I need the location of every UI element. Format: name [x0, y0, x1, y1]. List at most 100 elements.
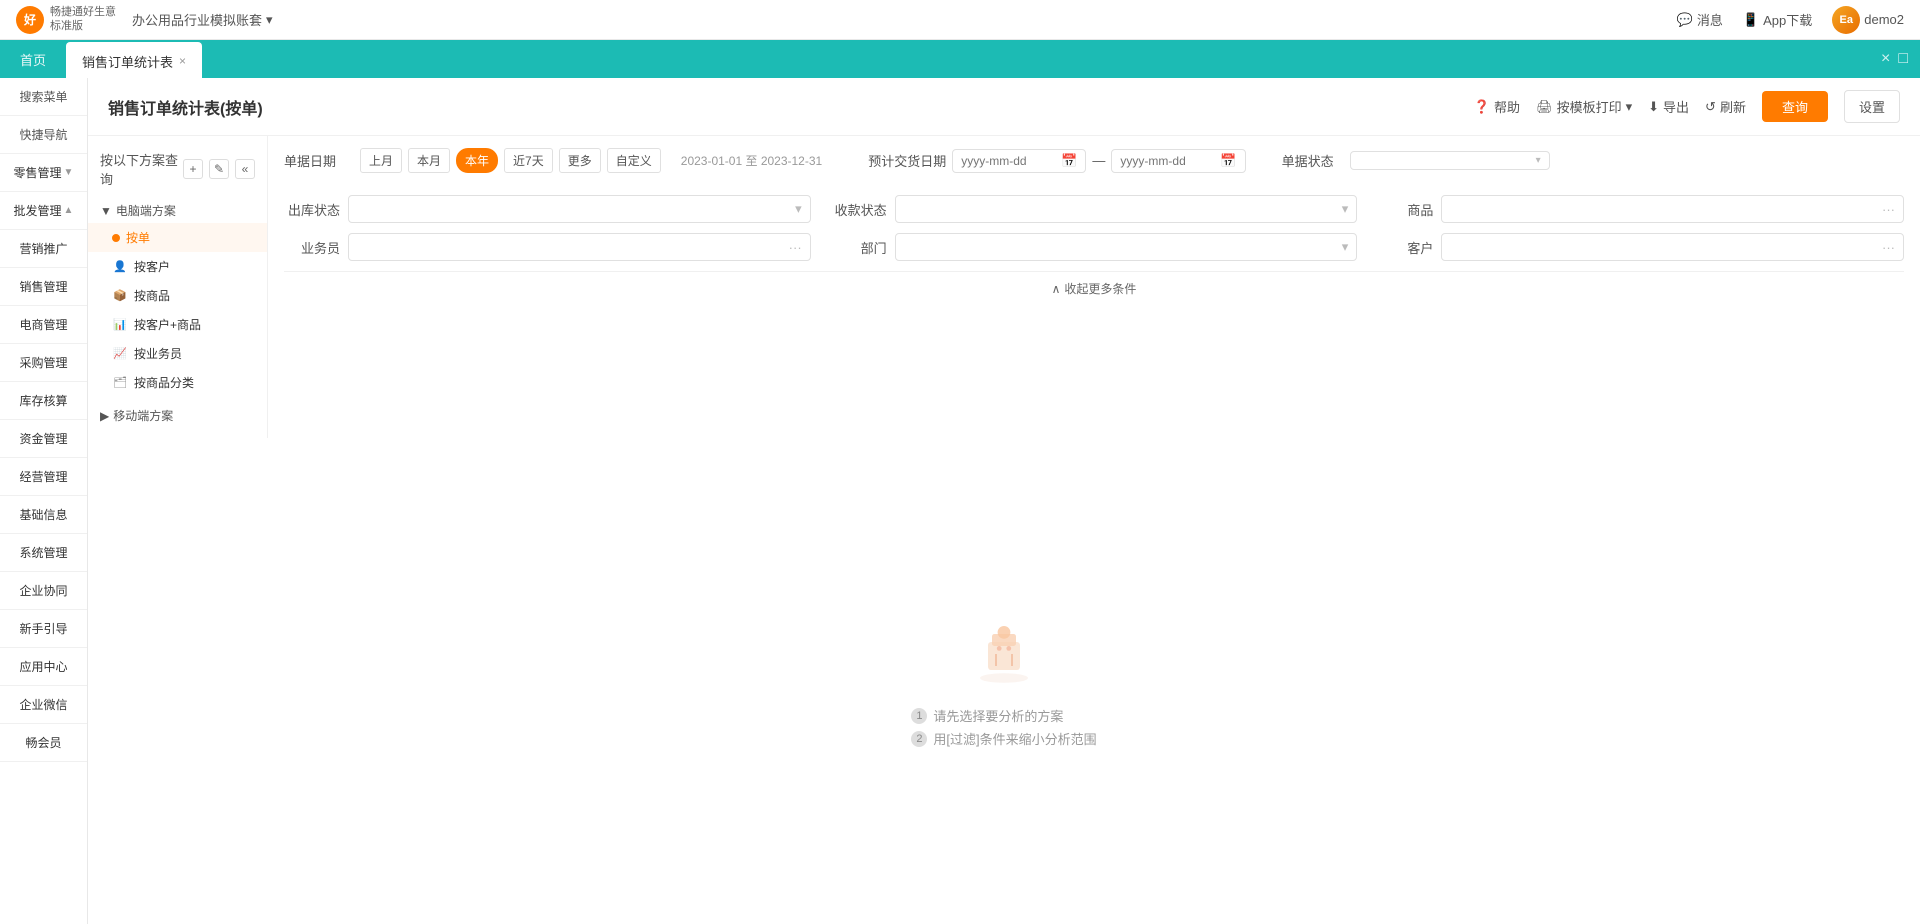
- empty-tip-2: 2 用[过滤]条件来缩小分析范围: [911, 729, 1096, 748]
- dispatch-label: 出库状态: [284, 200, 340, 219]
- collapse-button[interactable]: ∧ 收起更多条件: [1052, 280, 1137, 297]
- sidebar-item-system[interactable]: 系统管理: [0, 534, 87, 572]
- date-btn-this-year[interactable]: 本年: [456, 148, 498, 173]
- print-arrow-icon: ▾: [1626, 99, 1633, 115]
- ellipsis-product-icon: ···: [1882, 202, 1895, 217]
- scheme-section-pc-title[interactable]: ▼ 电脑端方案: [88, 198, 267, 223]
- refresh-action[interactable]: ↺ 刷新: [1705, 97, 1746, 116]
- empty-tip-1: 1 请先选择要分析的方案: [911, 706, 1096, 725]
- scheme-item-by-customer[interactable]: 👤 按客户: [88, 252, 267, 281]
- scheme-section-mobile-title[interactable]: ▶ 移动端方案: [88, 403, 267, 428]
- date-btn-custom[interactable]: 自定义: [607, 148, 661, 173]
- help-action[interactable]: ❓ 帮助: [1474, 97, 1520, 116]
- sidebar-item-sales[interactable]: 销售管理: [0, 268, 87, 306]
- app-download-icon: 📱: [1743, 12, 1759, 28]
- product-input[interactable]: ···: [1441, 195, 1904, 223]
- chevron-down-icon: ▼: [100, 204, 112, 218]
- filter-panel: 按以下方案查询 + ✎ « ▼ 电脑端方案 按单: [88, 136, 1920, 438]
- settings-button[interactable]: 设置: [1844, 90, 1900, 123]
- status-select[interactable]: ▾: [1350, 151, 1550, 170]
- date-end-field[interactable]: [1120, 154, 1220, 168]
- scheme-edit-btn[interactable]: ✎: [209, 159, 229, 179]
- breadcrumb[interactable]: 办公用品行业模拟账套 ▾: [116, 10, 1677, 29]
- export-action[interactable]: ⬇ 导出: [1648, 97, 1689, 116]
- salesman-input[interactable]: ···: [348, 233, 811, 261]
- sidebar-item-operations[interactable]: 经营管理: [0, 458, 87, 496]
- print-action[interactable]: 🖨 按模板打印 ▾: [1536, 97, 1632, 116]
- tab-close-icon[interactable]: ×: [179, 54, 186, 68]
- customer-input[interactable]: ···: [1441, 233, 1904, 261]
- department-select[interactable]: ▾: [895, 233, 1358, 261]
- active-indicator: [112, 234, 120, 242]
- sidebar-item-finance[interactable]: 资金管理: [0, 420, 87, 458]
- empty-tips: 1 请先选择要分析的方案 2 用[过滤]条件来缩小分析范围: [911, 702, 1096, 752]
- sidebar-item-wholesale[interactable]: 批发管理 ▲: [0, 192, 87, 230]
- sidebar-item-retail[interactable]: 零售管理 ▼: [0, 154, 87, 192]
- tab-sales-order[interactable]: 销售订单统计表 ×: [66, 42, 202, 80]
- payment-filter-cell: 收款状态 ▾: [831, 195, 1358, 223]
- filter-right: 单据日期 上月 本月 本年 近7天 更多 自定义 2023-01-01 至 20…: [268, 136, 1920, 438]
- product-icon: 📦: [112, 288, 128, 304]
- sidebar-item-weixin[interactable]: 企业微信: [0, 686, 87, 724]
- sidebar-item-apps[interactable]: 应用中心: [0, 648, 87, 686]
- dispatch-filter-cell: 出库状态 ▾: [284, 195, 811, 223]
- date-label: 单据日期: [284, 151, 344, 170]
- top-bar: 好 畅捷通好生意 标准版 办公用品行业模拟账套 ▾ 💬 消息 📱 App下载 E…: [0, 0, 1920, 40]
- date-start-field[interactable]: [961, 154, 1061, 168]
- logo: 好 畅捷通好生意 标准版: [16, 6, 116, 34]
- date-btn-more[interactable]: 更多: [559, 148, 601, 173]
- sidebar-item-member[interactable]: 畅会员: [0, 724, 87, 762]
- sidebar-item-enterprise[interactable]: 企业协同: [0, 572, 87, 610]
- department-filter-cell: 部门 ▾: [831, 233, 1358, 261]
- tab-home[interactable]: 首页: [0, 40, 66, 78]
- sidebar-item-inventory[interactable]: 库存核算: [0, 382, 87, 420]
- calendar-end-icon: 📅: [1220, 153, 1236, 169]
- sidebar-search[interactable]: 搜索菜单: [0, 78, 87, 116]
- empty-illustration: [964, 610, 1044, 690]
- logo-text: 畅捷通好生意 标准版: [50, 6, 116, 32]
- date-end-input[interactable]: 📅: [1111, 149, 1245, 173]
- tab-minimize-btn[interactable]: ×: [1881, 50, 1890, 68]
- app-download-action[interactable]: 📱 App下载: [1743, 10, 1812, 29]
- scheme-panel: 按以下方案查询 + ✎ « ▼ 电脑端方案 按单: [88, 136, 268, 438]
- payment-select[interactable]: ▾: [895, 195, 1358, 223]
- empty-state: 1 请先选择要分析的方案 2 用[过滤]条件来缩小分析范围: [88, 438, 1920, 924]
- scheme-item-by-product[interactable]: 📦 按商品: [88, 281, 267, 310]
- salesman-label: 业务员: [284, 238, 340, 257]
- date-btn-7days[interactable]: 近7天: [504, 148, 553, 173]
- print-icon: 🖨: [1536, 99, 1553, 115]
- breadcrumb-arrow-icon: ▾: [266, 12, 273, 28]
- tab-bar: 首页 销售订单统计表 × × □: [0, 40, 1920, 78]
- scheme-item-by-salesman[interactable]: 📈 按业务员: [88, 339, 267, 368]
- sidebar-item-ecommerce[interactable]: 电商管理: [0, 306, 87, 344]
- sidebar-item-newbie[interactable]: 新手引导: [0, 610, 87, 648]
- query-button[interactable]: 查询: [1762, 91, 1828, 122]
- scheme-item-by-customer-product[interactable]: 📊 按客户+商品: [88, 310, 267, 339]
- scheme-item-by-order[interactable]: 按单: [88, 223, 267, 252]
- dispatch-select[interactable]: ▾: [348, 195, 811, 223]
- scheme-item-by-category[interactable]: 🗂 按商品分类: [88, 368, 267, 397]
- sidebar-item-purchase[interactable]: 采购管理: [0, 344, 87, 382]
- sidebar-shortcut[interactable]: 快捷导航: [0, 116, 87, 154]
- scheme-header: 按以下方案查询 + ✎ «: [88, 146, 267, 192]
- product-filter-cell: 商品 ···: [1377, 195, 1904, 223]
- message-action[interactable]: 💬 消息: [1677, 10, 1723, 29]
- tab-maximize-btn[interactable]: □: [1898, 50, 1908, 68]
- scheme-add-btn[interactable]: +: [183, 159, 203, 179]
- page-actions: ❓ 帮助 🖨 按模板打印 ▾ ⬇ 导出 ↺ 刷新 查询 设置: [1474, 90, 1900, 135]
- scheme-section-pc: ▼ 电脑端方案 按单 👤 按客户 📦 按商品: [88, 198, 267, 397]
- status-filter: 单据状态 ▾: [1282, 151, 1550, 170]
- user-action[interactable]: Ea demo2: [1832, 6, 1904, 34]
- scheme-collapse-btn[interactable]: «: [235, 159, 255, 179]
- date-btn-last-month[interactable]: 上月: [360, 148, 402, 173]
- sidebar-item-basic[interactable]: 基础信息: [0, 496, 87, 534]
- date-btn-this-month[interactable]: 本月: [408, 148, 450, 173]
- sidebar-item-marketing[interactable]: 营销推广: [0, 230, 87, 268]
- chevron-down-status-icon: ▾: [1536, 155, 1541, 166]
- category-icon: 🗂: [112, 375, 128, 391]
- top-filter-left: 单据日期 上月 本月 本年 近7天 更多 自定义 2023-01-01 至 20…: [284, 148, 1904, 261]
- department-label: 部门: [831, 238, 887, 257]
- combined-icon: 📊: [112, 317, 128, 333]
- date-start-input[interactable]: 📅: [952, 149, 1086, 173]
- payment-label: 收款状态: [831, 200, 887, 219]
